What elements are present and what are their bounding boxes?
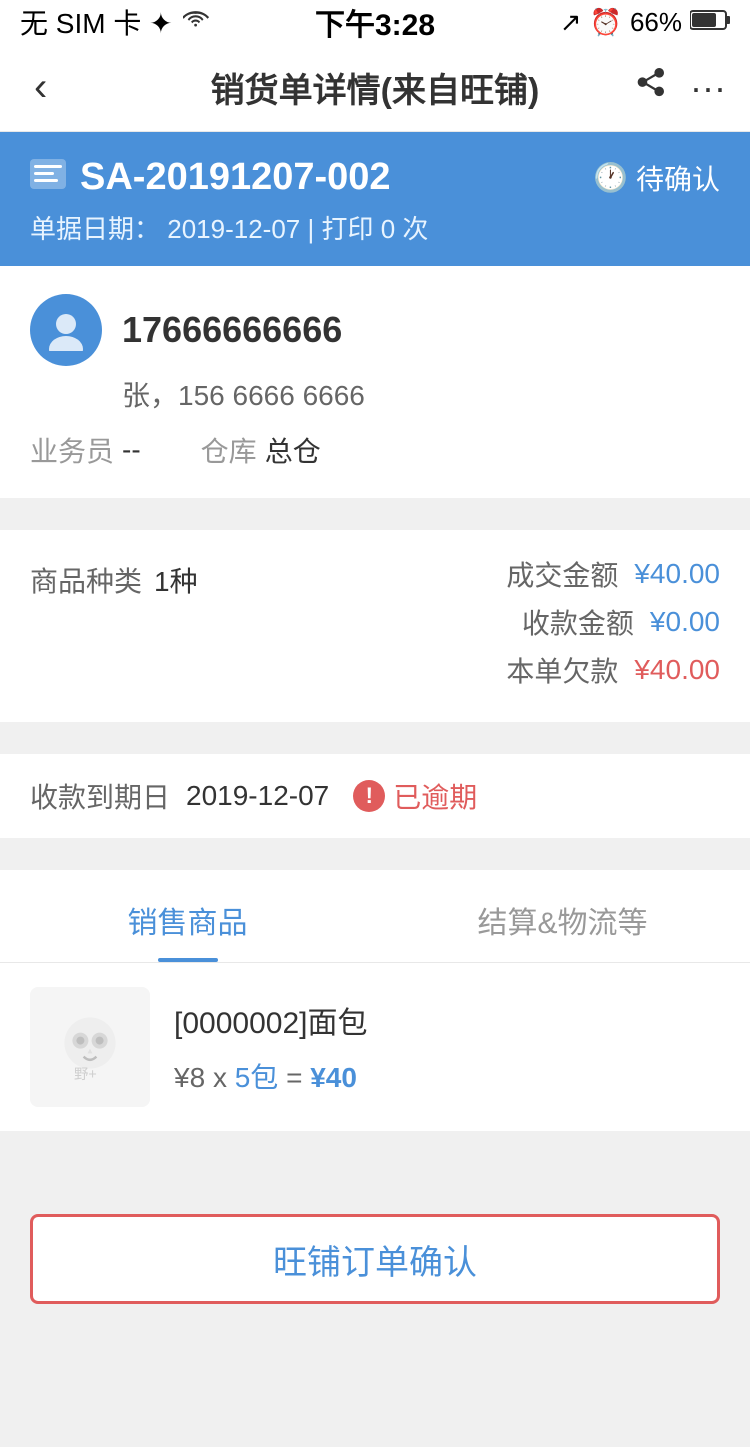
salesperson-value: --: [122, 434, 141, 466]
product-item: 野+ [0000002]面包 ¥8 x 5包 = ¥40: [0, 963, 750, 1131]
date-label: 单据日期：: [30, 214, 160, 244]
product-name: [0000002]面包: [174, 998, 720, 1042]
status-right: ↗ ⏰ 66%: [560, 7, 730, 38]
status-time: 下午3:28: [315, 0, 435, 44]
battery-icon: [690, 7, 730, 38]
customer-name: 张，156 6666 6666: [122, 374, 720, 414]
divider-2: [0, 738, 750, 754]
due-date-value: 2019-12-07: [186, 780, 329, 812]
product-equals: =: [286, 1062, 302, 1093]
confirm-order-button[interactable]: 旺铺订单确认: [30, 1214, 720, 1304]
svg-text:野+: 野+: [74, 1066, 97, 1083]
product-multiply: x: [213, 1062, 227, 1093]
product-price: ¥8: [174, 1062, 205, 1093]
status-bar: 无 SIM 卡 ✦ 下午3:28 ↗ ⏰ 66%: [0, 0, 750, 44]
more-icon[interactable]: ···: [690, 67, 726, 109]
stats-left: 商品种类 1种: [30, 554, 506, 600]
order-header: SA-20191207-002 🕐 待确认 单据日期： 2019-12-07 |…: [0, 132, 750, 266]
share-icon[interactable]: [634, 65, 670, 110]
print-label: | 打印: [307, 214, 373, 244]
divider-3: [0, 854, 750, 870]
product-type-label: 商品种类: [30, 560, 142, 600]
divider-1: [0, 514, 750, 530]
page-title: 销货单详情(来自旺铺): [211, 63, 540, 112]
nav-bar: ‹ 销货单详情(来自旺铺) ···: [0, 44, 750, 132]
stats-right: 成交金额 ¥40.00 收款金额 ¥0.00 本单欠款 ¥40.00: [506, 554, 720, 698]
owed-label: 本单欠款: [506, 650, 618, 690]
order-status: 🕐 待确认: [593, 158, 720, 198]
status-clock-icon: 🕐: [593, 161, 628, 194]
date-value: 2019-12-07: [167, 214, 300, 244]
order-status-text: 待确认: [636, 158, 720, 198]
customer-section: 17666666666 张，156 6666 6666 业务员 -- 仓库 总仓: [0, 266, 750, 498]
tab-settlement[interactable]: 结算&物流等: [375, 870, 750, 962]
tab-sales-products[interactable]: 销售商品: [0, 870, 375, 962]
tab-sales-products-label: 销售商品: [128, 907, 248, 940]
product-image: 野+: [30, 987, 150, 1107]
product-qty: 5包: [235, 1062, 279, 1093]
product-total: ¥40: [310, 1062, 357, 1093]
battery-text: 66%: [630, 7, 682, 38]
status-left: 无 SIM 卡 ✦: [20, 2, 211, 42]
order-id: SA-20191207-002: [30, 156, 391, 199]
alarm-icon: ⏰: [590, 7, 622, 38]
deal-amount-value: ¥40.00: [634, 558, 720, 590]
no-sim-text: 无 SIM 卡 ✦: [20, 2, 173, 42]
warehouse-label: 仓库: [201, 430, 257, 470]
due-label: 收款到期日: [30, 776, 170, 816]
product-type-value: 1种: [154, 560, 198, 600]
back-button[interactable]: ‹: [24, 55, 57, 120]
salesperson-label: 业务员: [30, 430, 114, 470]
owed-row: 本单欠款 ¥40.00: [506, 650, 720, 690]
customer-meta: 业务员 -- 仓库 总仓: [30, 430, 720, 470]
order-id-text: SA-20191207-002: [80, 156, 391, 199]
tabs-section: 销售商品 结算&物流等: [0, 870, 750, 963]
warehouse-value: 总仓: [265, 430, 321, 470]
product-info: [0000002]面包 ¥8 x 5包 = ¥40: [174, 998, 720, 1096]
customer-row: 17666666666: [30, 294, 720, 366]
customer-avatar: [30, 294, 102, 366]
stats-section: 商品种类 1种 成交金额 ¥40.00 收款金额 ¥0.00 本单欠款 ¥40.…: [0, 530, 750, 722]
received-value: ¥0.00: [650, 606, 720, 638]
order-id-icon: [30, 156, 66, 199]
print-suffix: 次: [402, 214, 428, 244]
overdue-text: 已逾期: [393, 776, 477, 816]
salesperson-item: 业务员 --: [30, 430, 141, 470]
overdue-badge: ! 已逾期: [353, 776, 477, 816]
due-section: 收款到期日 2019-12-07 ! 已逾期: [0, 754, 750, 838]
tab-settlement-label: 结算&物流等: [477, 907, 647, 940]
product-price-row: ¥8 x 5包 = ¥40: [174, 1056, 720, 1096]
customer-phone: 17666666666: [122, 309, 342, 351]
deal-amount-label: 成交金额: [506, 554, 618, 594]
tabs-row: 销售商品 结算&物流等: [0, 870, 750, 963]
order-id-row: SA-20191207-002 🕐 待确认: [30, 156, 720, 199]
order-date-row: 单据日期： 2019-12-07 | 打印 0 次: [30, 209, 720, 246]
deal-amount-row: 成交金额 ¥40.00: [506, 554, 720, 594]
received-label: 收款金额: [522, 602, 634, 642]
location-icon: ↗: [560, 7, 582, 38]
owed-value: ¥40.00: [634, 654, 720, 686]
nav-actions: ···: [634, 65, 726, 110]
print-count: 0: [381, 214, 395, 244]
overdue-warning-icon: !: [353, 780, 385, 812]
product-type-stat: 商品种类 1种: [30, 554, 506, 600]
wifi-icon: [183, 6, 211, 38]
warehouse-item: 仓库 总仓: [201, 430, 321, 470]
received-row: 收款金额 ¥0.00: [506, 602, 720, 642]
confirm-btn-container: 旺铺订单确认: [30, 1214, 720, 1304]
